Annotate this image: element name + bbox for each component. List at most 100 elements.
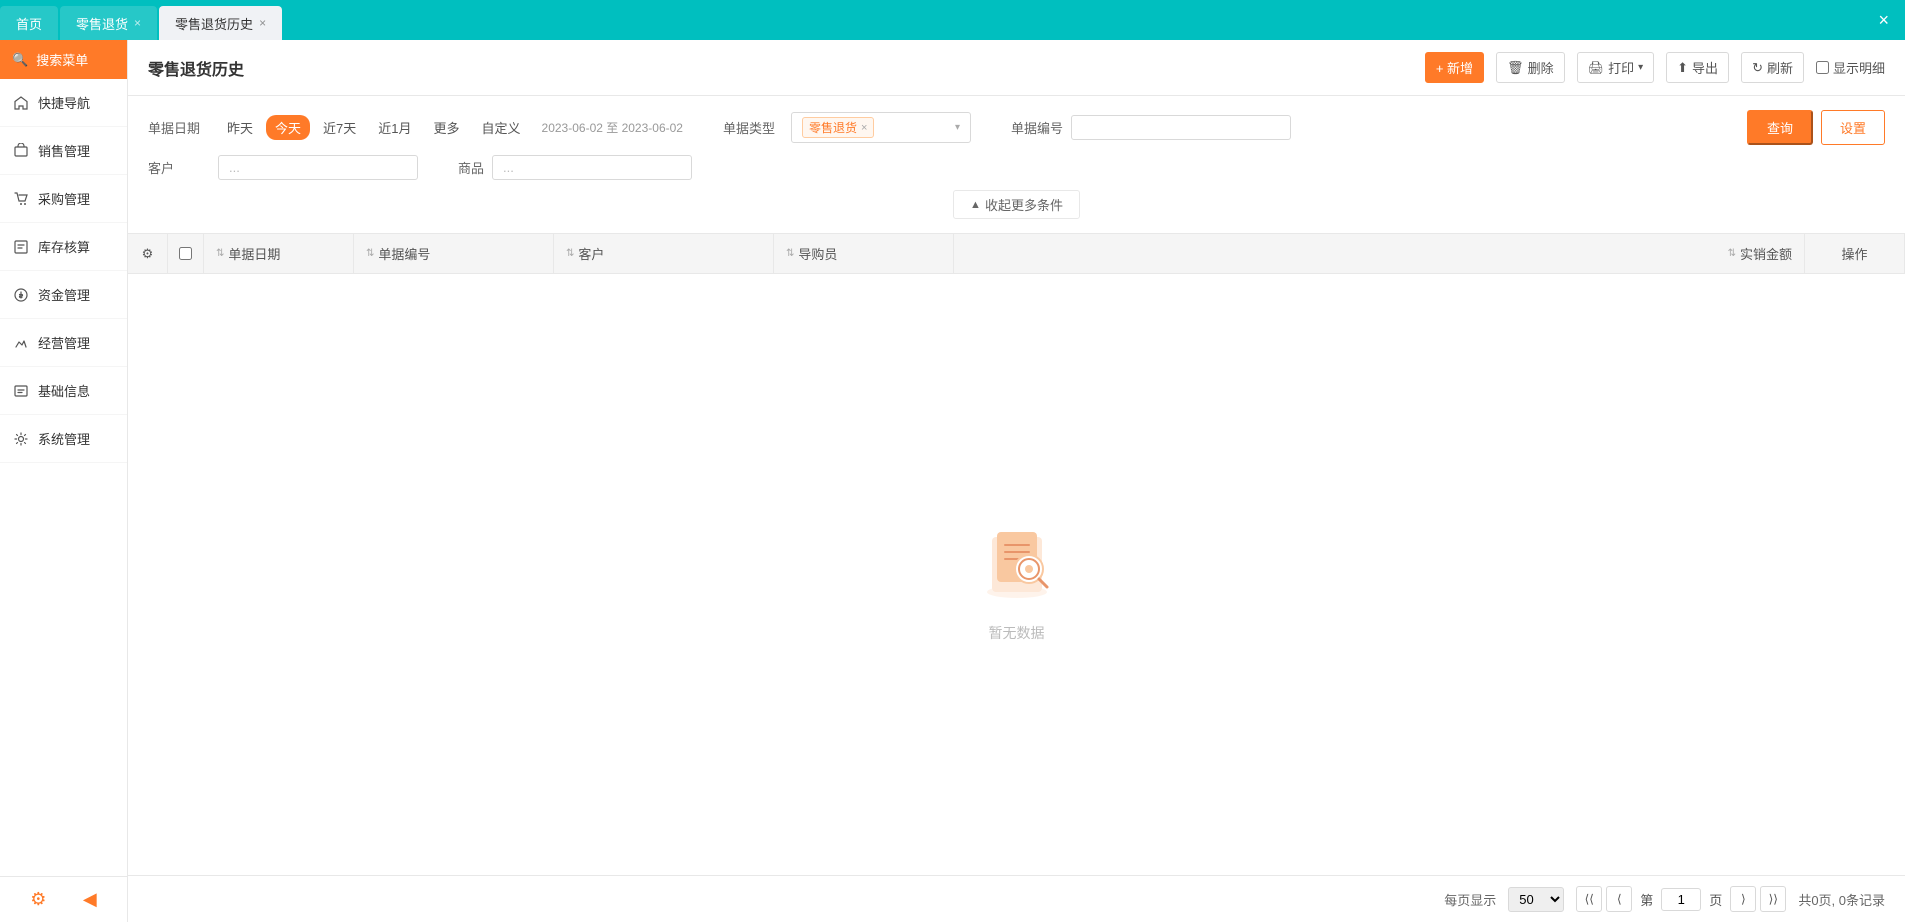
customer-placeholder: ... [229,160,240,175]
sidebar-bottom: ⚙ ◀ [0,876,127,922]
delete-button-label: 删除 [1528,58,1554,77]
th-date[interactable]: ⇅ 单据日期 [204,234,354,273]
page-navigation: ⟨⟨ ⟨ 第 页 ⟩ ⟩⟩ [1576,886,1786,912]
date-btn-more[interactable]: 更多 [425,115,469,140]
page-prev-button[interactable]: ⟨ [1606,886,1632,912]
show-detail-checkbox-label[interactable]: 显示明细 [1816,58,1885,77]
page-unit: 页 [1709,890,1722,909]
date-btn-1month[interactable]: 近1月 [369,115,420,140]
page-first-button[interactable]: ⟨⟨ [1576,886,1602,912]
th-amount[interactable]: ⇅ 实销金额 [954,234,1805,273]
page-last-button[interactable]: ⟩⟩ [1760,886,1786,912]
collapse-button[interactable]: ▲ 收起更多条件 [953,190,1080,219]
th-guide[interactable]: ⇅ 导购员 [774,234,954,273]
goods-placeholder: ... [503,160,514,175]
sidebar-item-info-label: 基础信息 [38,381,90,400]
empty-text: 暂无数据 [989,623,1045,643]
th-settings[interactable]: ⚙ [128,234,168,273]
new-button-label: + 新增 [1436,58,1473,77]
th-check[interactable] [168,234,204,273]
type-tag-value: 零售退货 × [802,117,874,138]
filter-row-2: 客户 ... 商品 ... [148,155,1885,180]
sidebar-settings-button[interactable]: ⚙ [30,889,46,910]
doc-num-input[interactable] [1071,115,1291,140]
date-btn-custom[interactable]: 自定义 [473,115,530,140]
empty-illustration [967,507,1067,607]
tab-retail-return-history[interactable]: 零售退货历史 × [159,6,282,40]
select-all-checkbox[interactable] [179,247,192,260]
sidebar-collapse-button[interactable]: ◀ [83,889,97,910]
sidebar-item-system-label: 系统管理 [38,429,90,448]
date-btn-7days[interactable]: 近7天 [314,115,365,140]
sidebar: 🔍 搜索菜单 快捷导航 销售管理 采购管理 库存核算 [0,40,128,922]
search-icon: 🔍 [12,52,28,68]
th-action: 操作 [1805,234,1905,273]
type-tag-close[interactable]: × [861,122,867,134]
doc-num-label: 单据编号 [1011,118,1063,137]
finance-icon [12,286,30,304]
page-label: 第 [1640,890,1653,909]
sidebar-item-finance[interactable]: 资金管理 [0,271,127,319]
system-icon [12,430,30,448]
tab-retail-return[interactable]: 零售退货 × [60,6,157,40]
sidebar-item-purchase-label: 采购管理 [38,189,90,208]
table-wrapper: ⚙ ⇅ 单据日期 ⇅ 单据编号 ⇅ 客户 ⇅ [128,234,1905,875]
show-detail-checkbox[interactable] [1816,61,1829,74]
export-button[interactable]: ⬆ 导出 [1666,52,1729,83]
tab-retail-return-label: 零售退货 [76,14,128,33]
date-btn-today[interactable]: 今天 [266,115,310,140]
purchase-icon [12,190,30,208]
th-action-label: 操作 [1841,244,1867,263]
sidebar-item-quicknav[interactable]: 快捷导航 [0,79,127,127]
th-number[interactable]: ⇅ 单据编号 [354,234,554,273]
sidebar-item-purchase[interactable]: 采购管理 [0,175,127,223]
tab-retail-return-close[interactable]: × [134,16,141,30]
sidebar-item-operation-label: 经营管理 [38,333,90,352]
th-customer-sort-icon: ⇅ [566,248,574,259]
goods-select[interactable]: ... [492,155,692,180]
th-customer[interactable]: ⇅ 客户 [554,234,774,273]
info-icon [12,382,30,400]
th-num-sort-icon: ⇅ [366,248,374,259]
sidebar-item-sales[interactable]: 销售管理 [0,127,127,175]
show-detail-label: 显示明细 [1833,58,1885,77]
inventory-icon [12,238,30,256]
tab-retail-return-history-close[interactable]: × [259,16,266,30]
page-input[interactable] [1661,888,1701,911]
date-filter-buttons: 昨天 今天 近7天 近1月 更多 自定义 2023-06-02 至 2023-0… [218,115,683,140]
th-date-label: 单据日期 [228,244,280,263]
th-guide-sort-icon: ⇅ [786,248,794,259]
th-amount-sort-icon: ⇅ [1728,248,1736,259]
tab-retail-return-history-label: 零售退货历史 [175,14,253,33]
filter-area: 单据日期 昨天 今天 近7天 近1月 更多 自定义 2023-06-02 至 2… [128,96,1905,234]
type-select-box[interactable]: 零售退货 × ▾ [791,112,971,143]
type-tag-text: 零售退货 [809,119,857,136]
refresh-button[interactable]: ↻ 刷新 [1741,52,1804,83]
sidebar-item-inventory[interactable]: 库存核算 [0,223,127,271]
print-dropdown-icon: ▾ [1638,62,1643,73]
date-range-display: 2023-06-02 至 2023-06-02 [542,119,683,136]
customer-select[interactable]: ... [218,155,418,180]
tab-home-label: 首页 [16,14,42,33]
sidebar-item-system[interactable]: 系统管理 [0,415,127,463]
new-button[interactable]: + 新增 [1425,52,1484,83]
sidebar-item-operation[interactable]: 经营管理 [0,319,127,367]
type-filter-label: 单据类型 [723,118,783,137]
date-btn-yesterday[interactable]: 昨天 [218,115,262,140]
window-close-button[interactable]: × [1862,10,1905,31]
th-guide-label: 导购员 [798,244,837,263]
query-button[interactable]: 查询 [1747,110,1813,145]
setting-button[interactable]: 设置 [1821,110,1885,145]
print-button[interactable]: 🖨 打印 ▾ [1577,52,1655,83]
collapse-up-icon: ▲ [970,199,981,211]
per-page-select[interactable]: 10 20 50 100 [1508,887,1564,912]
type-filter-box: 单据类型 零售退货 × ▾ [723,112,971,143]
delete-button[interactable]: 🗑 删除 [1496,52,1565,83]
page-next-button[interactable]: ⟩ [1730,886,1756,912]
filter-row-1: 单据日期 昨天 今天 近7天 近1月 更多 自定义 2023-06-02 至 2… [148,110,1885,145]
sidebar-item-info[interactable]: 基础信息 [0,367,127,415]
sidebar-item-sales-label: 销售管理 [38,141,90,160]
sidebar-search[interactable]: 🔍 搜索菜单 [0,40,127,79]
tab-home[interactable]: 首页 [0,6,58,40]
refresh-button-label: 刷新 [1767,58,1793,77]
